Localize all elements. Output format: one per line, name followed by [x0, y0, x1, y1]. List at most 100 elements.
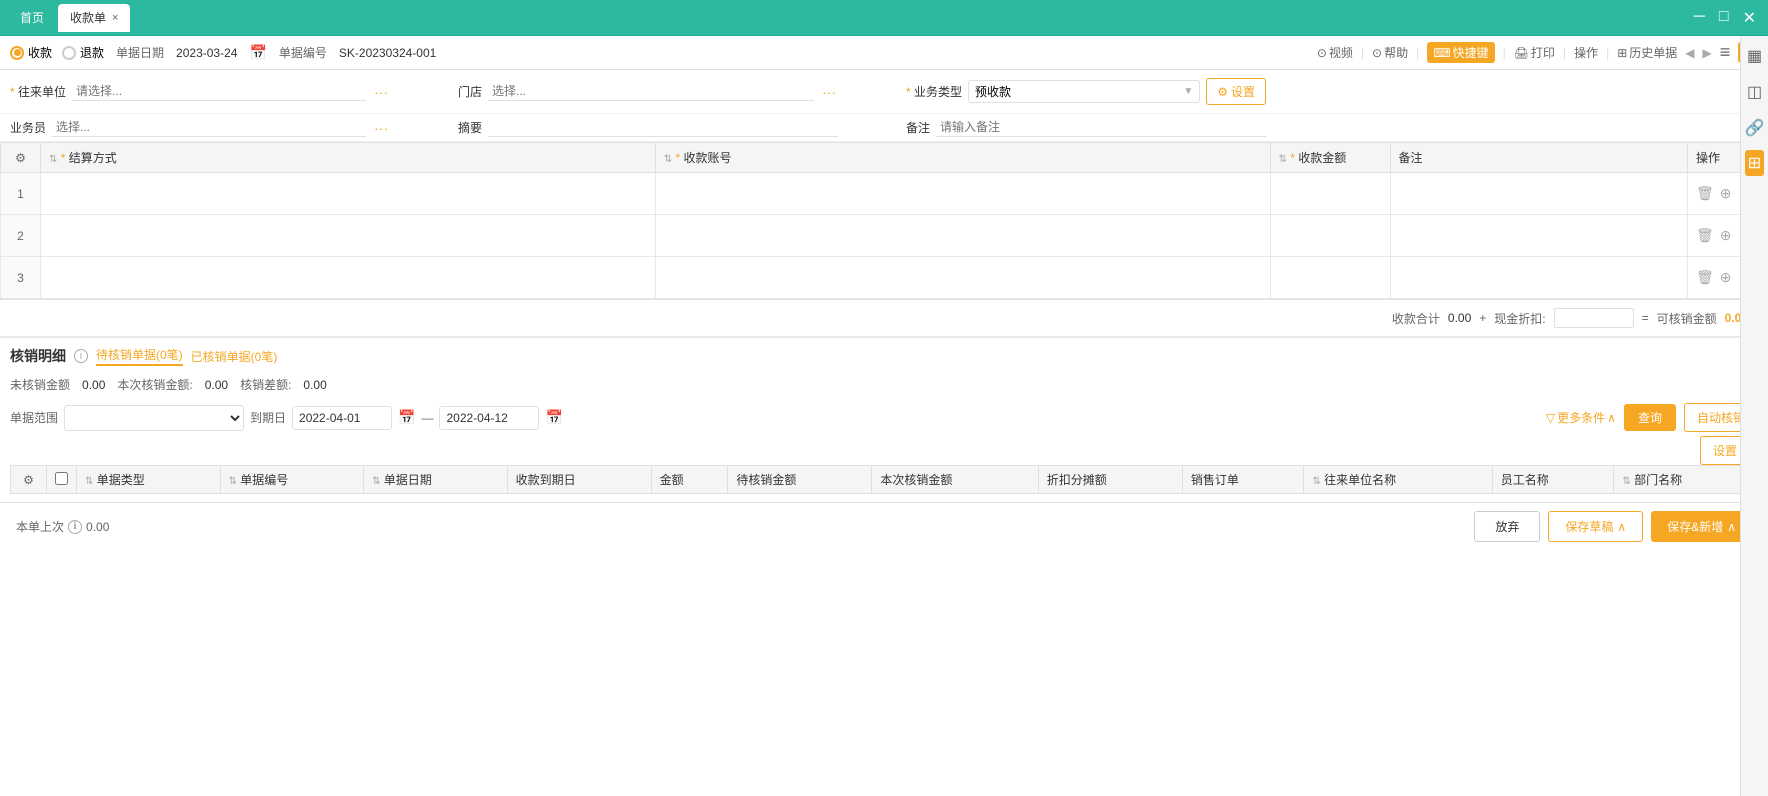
range-select[interactable]: [64, 405, 244, 431]
table-row: 1 🗑 ⊕: [1, 173, 1768, 215]
cell-amount-1[interactable]: [1270, 173, 1390, 215]
tab-close-icon[interactable]: ×: [112, 12, 118, 24]
save-new-button[interactable]: 保存&新增 ∧: [1651, 511, 1752, 542]
tab-pending[interactable]: 待核销单据(0笔): [96, 346, 183, 366]
unit-more-btn[interactable]: ···: [372, 84, 390, 100]
delete-row-2-icon[interactable]: 🗑: [1696, 227, 1714, 244]
tab-home-label: 首页: [20, 9, 44, 26]
delete-row-1-icon[interactable]: 🗑: [1696, 185, 1714, 202]
save-draft-button[interactable]: 保存草稿 ∧: [1548, 511, 1643, 542]
col-type: ⇅ 单据类型: [77, 466, 221, 494]
sidebar-expand-icon[interactable]: ⊞: [1745, 150, 1764, 176]
col-account: ⇅ * 收款账号: [655, 143, 1270, 173]
cell-amount-3[interactable]: [1270, 257, 1390, 299]
calendar-start-icon[interactable]: 📅: [398, 409, 415, 426]
session-info-icon[interactable]: ℹ: [68, 520, 82, 534]
draft-arrow-icon: ∧: [1617, 520, 1626, 534]
data-table-section: ⚙ ⇅ * 结算方式 ⇅ * 收款账号 ⇅ * 收款: [0, 142, 1768, 299]
action-operate[interactable]: 操作: [1574, 44, 1598, 61]
discount-input[interactable]: [1554, 308, 1634, 328]
delete-row-3-icon[interactable]: 🗑: [1696, 269, 1714, 286]
tab-done[interactable]: 已核销单据(0笔): [191, 348, 278, 365]
col-unit-name: ⇅ 往来单位名称: [1304, 466, 1492, 494]
remark-label: 备注: [906, 119, 930, 136]
cell-account-2[interactable]: [655, 215, 1270, 257]
biz-type-label: * 业务类型: [906, 83, 962, 100]
select-all-checkbox[interactable]: [55, 472, 68, 485]
store-more-btn[interactable]: ···: [820, 84, 838, 100]
radio-tuikuan[interactable]: 退款: [62, 44, 104, 61]
cell-remark-3[interactable]: [1390, 257, 1687, 299]
date-dash: —: [421, 411, 433, 425]
more-filter-btn[interactable]: ▽ 更多条件 ∧: [1546, 409, 1616, 426]
cell-remark-1[interactable]: [1390, 173, 1687, 215]
col-pending: 待核销金额: [728, 466, 872, 494]
sidebar-panel-icon[interactable]: ◫: [1743, 78, 1766, 106]
row-num-2: 2: [1, 215, 41, 257]
discount-label: 现金折扣:: [1494, 310, 1545, 327]
window-minimize-btn[interactable]: ─: [1690, 6, 1709, 30]
window-close-btn[interactable]: ✕: [1739, 6, 1760, 30]
cell-payment-2[interactable]: [41, 215, 656, 257]
tab-active-label: 收款单: [70, 9, 106, 26]
date-label-filter: 到期日: [250, 409, 286, 426]
nav-next-btn[interactable]: ▶: [1703, 46, 1712, 60]
save-arrow-icon: ∧: [1727, 520, 1736, 534]
action-history[interactable]: ⊞ 历史单据: [1617, 44, 1677, 61]
staff-input[interactable]: [52, 118, 366, 137]
copy-row-1-icon[interactable]: ⊕: [1720, 185, 1732, 202]
available-label: 可核销金额: [1657, 310, 1717, 327]
summary-row: 收款合计 0.00 + 现金折扣: = 可核销金额 0.00: [0, 299, 1768, 336]
cell-payment-1[interactable]: [41, 173, 656, 215]
col-dept: ⇅ 部门名称: [1614, 466, 1758, 494]
cell-remark-2[interactable]: [1390, 215, 1687, 257]
table-settings-icon[interactable]: ⚙: [15, 151, 26, 165]
col-amount: ⇅ * 收款金额: [1270, 143, 1390, 173]
action-print[interactable]: 🖨 打印: [1514, 44, 1555, 61]
copy-row-3-icon[interactable]: ⊕: [1720, 269, 1732, 286]
biz-type-select[interactable]: 预收款 ▼: [968, 80, 1200, 103]
nav-prev-btn[interactable]: ◀: [1685, 46, 1694, 60]
form-section: * 往来单位 ··· 门店 ··· * 业务类型 预收款 ▼ ⚙ 放弃 设置: [0, 70, 1768, 114]
store-label: 门店: [458, 83, 482, 100]
settings-button[interactable]: ⚙ 放弃 设置: [1206, 78, 1266, 105]
remark-input[interactable]: [936, 118, 1266, 137]
cell-account-1[interactable]: [655, 173, 1270, 215]
keyboard-icon: ⌨: [1433, 46, 1450, 60]
cell-amount-2[interactable]: [1270, 215, 1390, 257]
discard-button[interactable]: 放弃: [1474, 511, 1540, 542]
number-value: SK-20230324-001: [339, 46, 436, 60]
date-end-input[interactable]: [439, 406, 539, 430]
summary-input[interactable]: [488, 118, 838, 137]
tab-home[interactable]: 首页: [8, 4, 56, 32]
calendar-end-icon[interactable]: 📅: [545, 409, 562, 426]
table-row: 2 🗑 ⊕: [1, 215, 1768, 257]
window-maximize-btn[interactable]: □: [1715, 6, 1733, 30]
action-help[interactable]: ⊙ 帮助: [1372, 44, 1408, 61]
store-input[interactable]: [488, 82, 814, 101]
tab-active[interactable]: 收款单 ×: [58, 4, 130, 32]
staff-more-btn[interactable]: ···: [372, 120, 390, 136]
diff-value: 0.00: [303, 378, 326, 392]
radio-shoukuan[interactable]: 收款: [10, 44, 52, 61]
col-staff: 员工名称: [1492, 466, 1614, 494]
action-video[interactable]: ⊙ 视频: [1317, 44, 1353, 61]
query-button[interactable]: 查询: [1624, 404, 1676, 431]
verify-info-icon[interactable]: i: [74, 349, 88, 363]
cell-account-3[interactable]: [655, 257, 1270, 299]
cell-payment-3[interactable]: [41, 257, 656, 299]
radio-tuikuan-label: 退款: [80, 44, 104, 61]
bottom-table-settings-icon[interactable]: ⚙: [23, 473, 34, 487]
list-view-btn[interactable]: ≡: [1720, 42, 1731, 63]
unit-input[interactable]: [72, 82, 366, 101]
col-number: ⇅ 单据编号: [220, 466, 364, 494]
bottom-table: ⚙ ⇅ 单据类型 ⇅ 单据编号: [10, 465, 1758, 494]
calendar-icon[interactable]: 📅: [249, 44, 266, 61]
sidebar-link-icon[interactable]: 🔗: [1741, 114, 1768, 142]
date-start-input[interactable]: [292, 406, 392, 430]
action-shortcut[interactable]: ⌨ 快捷键: [1427, 42, 1494, 63]
sidebar-table-icon[interactable]: ▦: [1743, 42, 1766, 70]
toolbar-row: 收款 退款 单据日期 2023-03-24 📅 单据编号 SK-20230324…: [0, 36, 1768, 70]
copy-row-2-icon[interactable]: ⊕: [1720, 227, 1732, 244]
footer-bar: 本单上次 ℹ 0.00 放弃 保存草稿 ∧ 保存&新增 ∧: [0, 502, 1768, 550]
